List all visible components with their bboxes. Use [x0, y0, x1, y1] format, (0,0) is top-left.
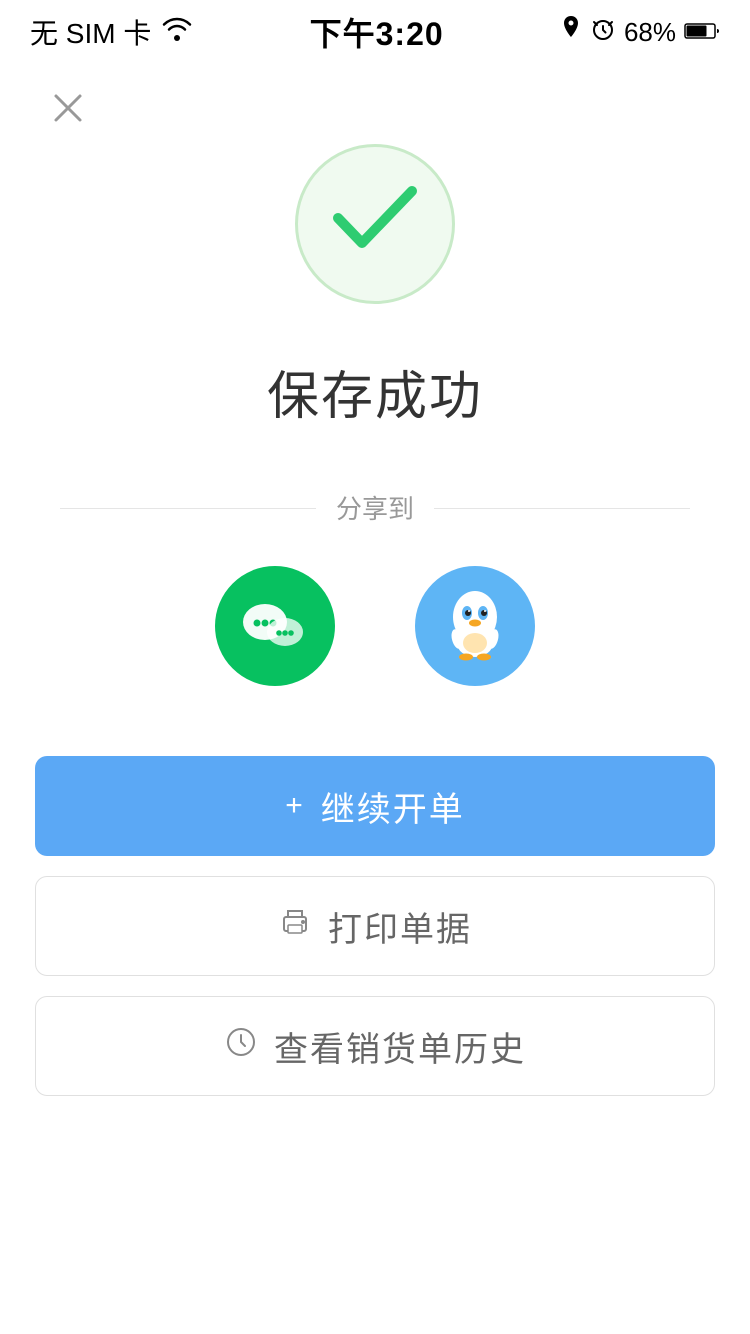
location-icon	[560, 16, 582, 49]
printer-icon	[278, 905, 312, 947]
plus-icon: +	[285, 789, 305, 823]
continue-order-button[interactable]: + 继续开单	[35, 756, 715, 856]
main-content: 保存成功 分享到	[0, 64, 750, 1096]
qq-share-button[interactable]	[415, 566, 535, 686]
share-label: 分享到	[316, 489, 434, 526]
success-title: 保存成功	[267, 354, 483, 429]
alarm-icon	[590, 16, 616, 49]
action-buttons: + 继续开单 打印单据 查看销货单历史	[35, 756, 715, 1096]
status-bar: 无 SIM 卡 下午3:20 68%	[0, 0, 750, 64]
print-button[interactable]: 打印单据	[35, 876, 715, 976]
status-time: 下午3:20	[310, 9, 444, 55]
history-button[interactable]: 查看销货单历史	[35, 996, 715, 1096]
battery-icon	[684, 17, 720, 48]
checkmark-icon	[330, 183, 420, 266]
share-section: 分享到	[0, 489, 750, 686]
print-label: 打印单据	[328, 902, 472, 951]
share-icons	[215, 566, 535, 686]
clock-icon	[224, 1025, 258, 1067]
success-icon-container	[295, 144, 455, 304]
status-left: 无 SIM 卡	[30, 12, 193, 52]
continue-order-label: 继续开单	[321, 782, 465, 831]
no-sim-label: 无 SIM 卡	[30, 12, 151, 52]
battery-percentage: 68%	[624, 17, 676, 48]
history-label: 查看销货单历史	[274, 1022, 526, 1071]
close-button[interactable]	[40, 80, 96, 136]
share-divider: 分享到	[0, 489, 750, 526]
status-right: 68%	[560, 16, 720, 49]
wifi-icon	[161, 16, 193, 48]
wechat-share-button[interactable]	[215, 566, 335, 686]
